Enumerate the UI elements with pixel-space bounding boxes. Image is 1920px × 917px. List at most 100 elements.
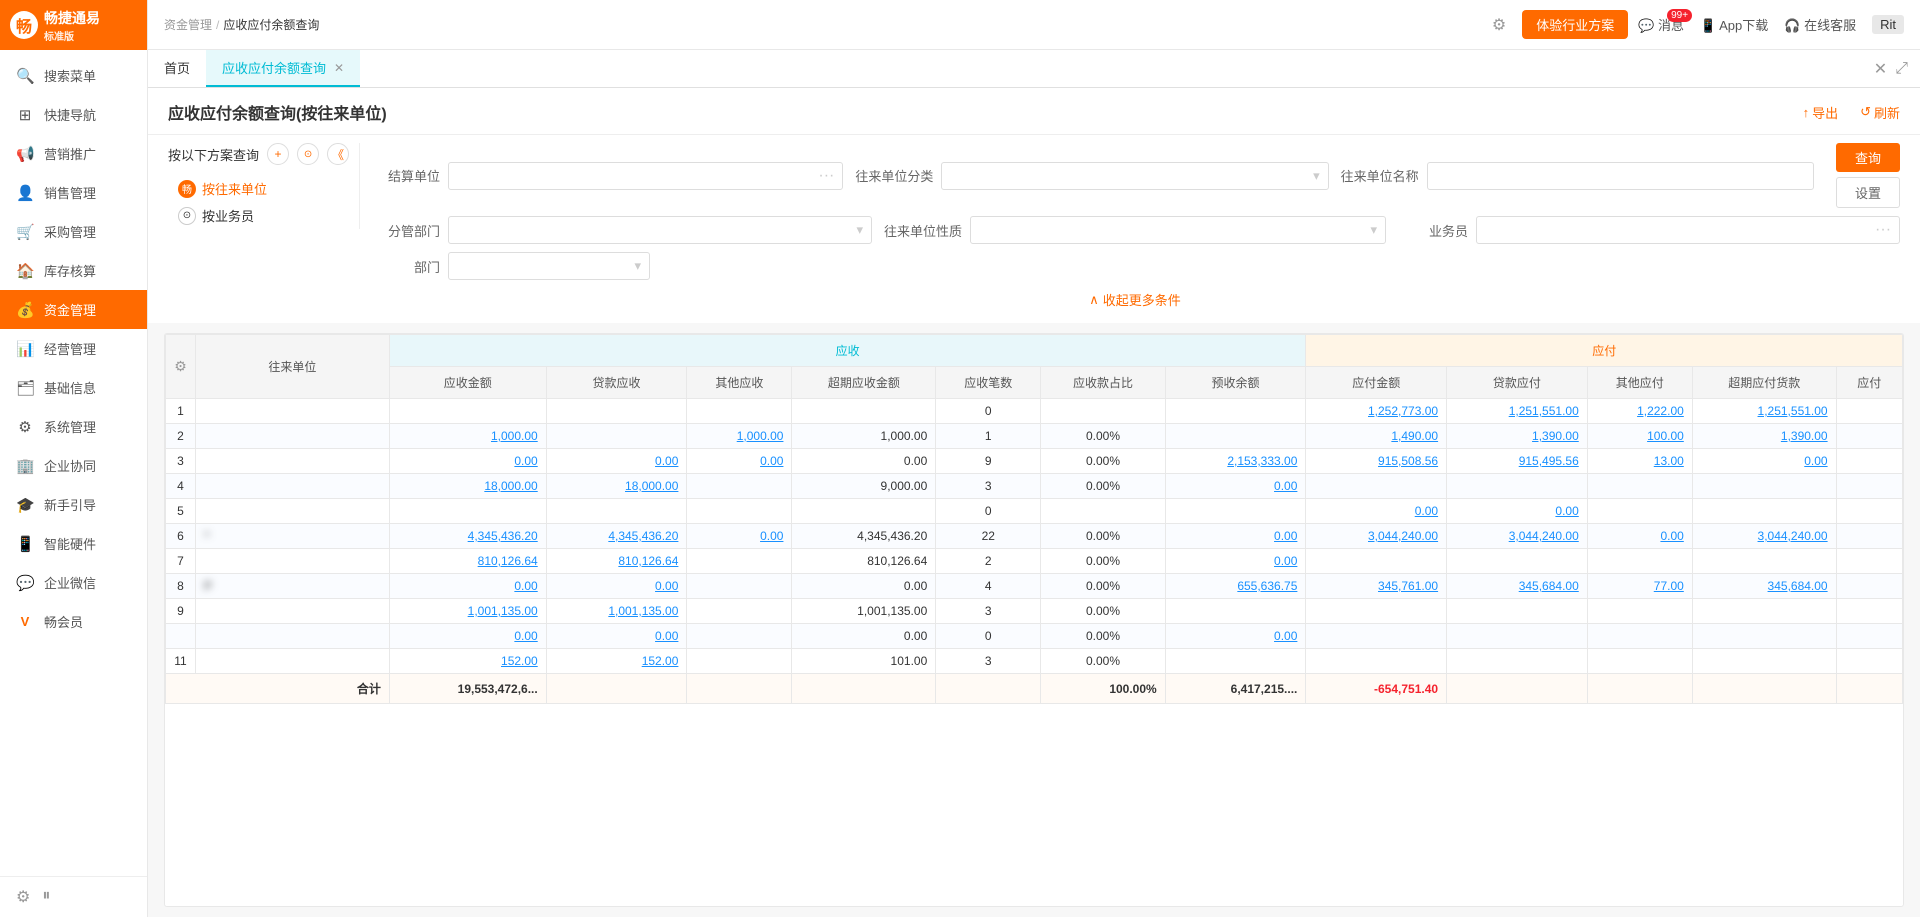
cell-ap-loan[interactable]: 915,495.56 <box>1447 449 1588 474</box>
footer-ar-advance[interactable]: 6,417,215.... <box>1165 674 1306 704</box>
col-settings-header[interactable]: ⚙ <box>166 335 196 399</box>
query-button[interactable]: 查询 <box>1836 143 1900 172</box>
sidebar-item-finance[interactable]: 💰 资金管理 <box>0 290 147 329</box>
edit-scheme-btn[interactable]: ⊙ <box>297 143 319 165</box>
salesperson-input[interactable]: ··· <box>1476 216 1900 244</box>
cell-ap-other[interactable]: 100.00 <box>1587 424 1692 449</box>
settlement-unit-input[interactable]: ··· <box>448 162 843 190</box>
cell-ap-amount[interactable]: 1,252,773.00 <box>1306 399 1447 424</box>
cell-ar-amount[interactable]: 1,000.00 <box>389 424 546 449</box>
table-row: 30.000.000.000.0090.00%2,153,333.00915,5… <box>166 449 1903 474</box>
cell-ap-overdue[interactable]: 3,044,240.00 <box>1692 524 1836 549</box>
sidebar-item-corp[interactable]: 🏢 企业协同 <box>0 446 147 485</box>
cell-ap-loan[interactable]: 345,684.00 <box>1447 574 1588 599</box>
cell-ar-amount[interactable]: 0.00 <box>389 624 546 649</box>
partner-category-input[interactable]: ▾ <box>941 162 1328 190</box>
cell-ar-loan[interactable]: 1,001,135.00 <box>546 599 687 624</box>
cell-ap-amount[interactable]: 3,044,240.00 <box>1306 524 1447 549</box>
cell-ar-advance[interactable]: 0.00 <box>1165 474 1306 499</box>
cell-ar-other[interactable]: 0.00 <box>687 524 792 549</box>
cell-ar-amount[interactable]: 0.00 <box>389 574 546 599</box>
promo-button[interactable]: 体验行业方案 <box>1522 10 1628 39</box>
sidebar-item-inventory[interactable]: 🏠 库存核算 <box>0 251 147 290</box>
cell-ap-overdue[interactable]: 345,684.00 <box>1692 574 1836 599</box>
tab-close-icon[interactable]: ✕ <box>334 61 344 75</box>
cell-ap-amount[interactable]: 0.00 <box>1306 499 1447 524</box>
cell-ar-loan[interactable]: 0.00 <box>546 449 687 474</box>
cell-ar-loan[interactable]: 0.00 <box>546 624 687 649</box>
cell-ap-overdue[interactable]: 1,251,551.00 <box>1692 399 1836 424</box>
online-service-button[interactable]: 🎧 在线客服 <box>1784 15 1856 34</box>
tab-home[interactable]: 首页 <box>148 50 206 87</box>
cell-ap-other[interactable]: 77.00 <box>1587 574 1692 599</box>
sidebar-item-system[interactable]: ⚙ 系统管理 <box>0 407 147 446</box>
cell-ap-other[interactable]: 13.00 <box>1587 449 1692 474</box>
user-avatar[interactable]: Rit <box>1872 17 1904 32</box>
tab-ar-ap-query[interactable]: 应收应付余额查询 ✕ <box>206 50 360 87</box>
cell-ar-amount[interactable]: 18,000.00 <box>389 474 546 499</box>
cell-ar-advance[interactable]: 0.00 <box>1165 624 1306 649</box>
settings-icon[interactable]: ⚙ <box>16 887 30 907</box>
cell-ar-advance[interactable]: 0.00 <box>1165 524 1306 549</box>
cell-ar-amount[interactable]: 4,345,436.20 <box>389 524 546 549</box>
scheme-by-staff[interactable]: ⊙ 按业务员 <box>168 202 349 229</box>
cell-ap-loan[interactable]: 0.00 <box>1447 499 1588 524</box>
footer-ar-amount[interactable]: 19,553,472,6... <box>389 674 546 704</box>
cell-ar-amount[interactable]: 1,001,135.00 <box>389 599 546 624</box>
pause-icon[interactable]: ⏸ <box>42 887 50 907</box>
cell-ap-amount[interactable]: 1,490.00 <box>1306 424 1447 449</box>
cell-ar-amount[interactable]: 810,126.64 <box>389 549 546 574</box>
cell-ap-overdue[interactable]: 1,390.00 <box>1692 424 1836 449</box>
sidebar-item-member[interactable]: V 畅会员 <box>0 602 147 641</box>
cell-ar-other[interactable]: 1,000.00 <box>687 424 792 449</box>
cell-ar-loan[interactable]: 0.00 <box>546 574 687 599</box>
sidebar-item-operation[interactable]: 📊 经营管理 <box>0 329 147 368</box>
tab-expand-icon[interactable]: ⤢ <box>1895 60 1908 78</box>
gear-icon[interactable]: ⚙ <box>1492 15 1506 35</box>
sidebar-item-wechat[interactable]: 💬 企业微信 <box>0 563 147 602</box>
table-footer: 合计 19,553,472,6... 100.00% 6,417,215....… <box>166 674 1903 704</box>
cell-ar-loan[interactable]: 810,126.64 <box>546 549 687 574</box>
partner-nature-input[interactable]: ▾ <box>970 216 1386 244</box>
cell-ap-other[interactable]: 0.00 <box>1587 524 1692 549</box>
cell-ap-loan[interactable]: 1,390.00 <box>1447 424 1588 449</box>
sidebar-item-sales[interactable]: 👤 销售管理 <box>0 173 147 212</box>
cell-ar-amount[interactable]: 0.00 <box>389 449 546 474</box>
cell-ar-advance[interactable]: 655,636.75 <box>1165 574 1306 599</box>
collapse-button[interactable]: ∧ 收起更多条件 <box>370 286 1900 313</box>
sidebar-item-search[interactable]: 🔍 搜索菜单 <box>0 56 147 95</box>
cell-ap-amount[interactable]: 915,508.56 <box>1306 449 1447 474</box>
table-settings-icon[interactable]: ⚙ <box>174 358 187 374</box>
collapse-scheme-btn[interactable]: 《 <box>327 143 349 165</box>
cell-ap-loan[interactable]: 1,251,551.00 <box>1447 399 1588 424</box>
cell-ap-amount[interactable]: 345,761.00 <box>1306 574 1447 599</box>
refresh-button[interactable]: ↺ 刷新 <box>1860 103 1900 122</box>
sidebar-item-marketing[interactable]: 📢 营销推广 <box>0 134 147 173</box>
sidebar-item-guide[interactable]: 🎓 新手引导 <box>0 485 147 524</box>
message-button[interactable]: 💬 消息 99+ <box>1638 15 1684 34</box>
cell-ar-advance[interactable]: 2,153,333.00 <box>1165 449 1306 474</box>
cell-ar-loan <box>546 399 687 424</box>
set-button[interactable]: 设置 <box>1836 177 1900 208</box>
cell-ar-amount[interactable]: 152.00 <box>389 649 546 674</box>
tab-minimize-icon[interactable]: ✕ <box>1874 59 1887 79</box>
dept-input[interactable]: ▾ <box>448 252 650 280</box>
cell-ar-advance[interactable]: 0.00 <box>1165 549 1306 574</box>
cell-ap-overdue[interactable]: 0.00 <box>1692 449 1836 474</box>
cell-ar-other[interactable]: 0.00 <box>687 449 792 474</box>
sidebar-item-purchase[interactable]: 🛒 采购管理 <box>0 212 147 251</box>
partner-name-input[interactable] <box>1427 162 1814 190</box>
cell-ap-loan[interactable]: 3,044,240.00 <box>1447 524 1588 549</box>
sidebar-item-quicknav[interactable]: ⊞ 快捷导航 <box>0 95 147 134</box>
cell-ap-other[interactable]: 1,222.00 <box>1587 399 1692 424</box>
cell-ar-loan[interactable]: 152.00 <box>546 649 687 674</box>
sidebar-item-basic-info[interactable]: 🗂 基础信息 <box>0 368 147 407</box>
cell-ar-loan[interactable]: 4,345,436.20 <box>546 524 687 549</box>
add-scheme-btn[interactable]: + <box>267 143 289 165</box>
app-download-button[interactable]: 📱 App下载 <box>1700 15 1768 34</box>
export-button[interactable]: ↑ 导出 <box>1803 103 1839 122</box>
sidebar-item-smarthw[interactable]: 📱 智能硬件 <box>0 524 147 563</box>
scheme-by-unit[interactable]: 畅 按往来单位 <box>168 175 349 202</box>
manage-dept-input[interactable]: ▾ <box>448 216 872 244</box>
cell-ar-loan[interactable]: 18,000.00 <box>546 474 687 499</box>
